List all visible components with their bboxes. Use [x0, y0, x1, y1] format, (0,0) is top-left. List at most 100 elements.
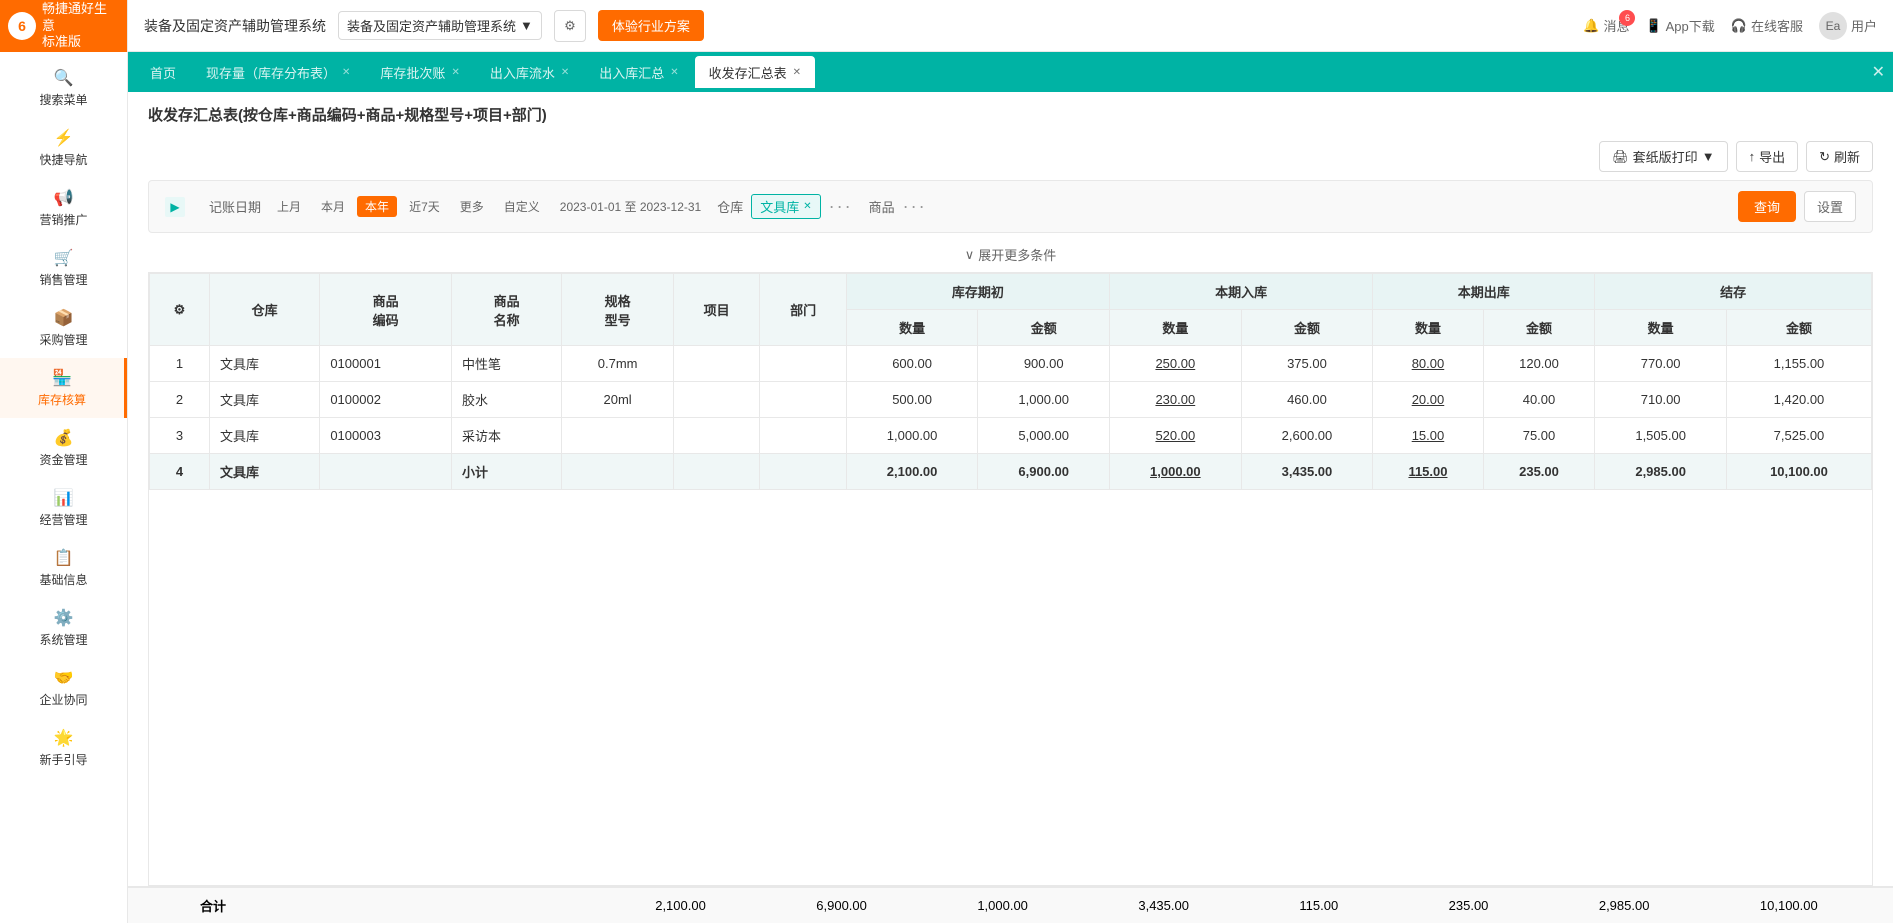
- tab-recv-send-summary-close[interactable]: ✕: [793, 67, 801, 78]
- system-dropdown[interactable]: 装备及固定资产辅助管理系统 ▼: [338, 11, 542, 40]
- topbar: 装备及固定资产辅助管理系统 装备及固定资产辅助管理系统 ▼ ⚙ 体验行业方案 🔔…: [128, 0, 1893, 52]
- sidebar-item-finance[interactable]: 💰 资金管理: [0, 418, 127, 478]
- footer-open-qty: 2,100.00: [655, 898, 706, 913]
- print-button[interactable]: 🖨 套纸版打印 ▼: [1599, 141, 1727, 172]
- row-warehouse: 文具库: [210, 346, 320, 382]
- refresh-button[interactable]: ↻ 刷新: [1806, 141, 1873, 172]
- tab-inout-summary-close[interactable]: ✕: [670, 67, 678, 78]
- user-label: 用户: [1851, 16, 1877, 35]
- clipboard-icon: 📋: [54, 548, 74, 568]
- row-out-qty[interactable]: 115.00: [1373, 454, 1483, 490]
- sidebar-item-basic[interactable]: 📋 基础信息: [0, 538, 127, 598]
- filter-collapse-button[interactable]: ▶: [165, 197, 185, 217]
- row-goods-name: 小计: [451, 454, 561, 490]
- warehouse-tag-remove[interactable]: ✕: [803, 201, 811, 212]
- row-project: [673, 418, 759, 454]
- search-icon: 🔍: [54, 68, 74, 88]
- sidebar-item-system[interactable]: ⚙️ 系统管理: [0, 598, 127, 658]
- sidebar-item-quicknav[interactable]: ⚡ 快捷导航: [0, 118, 127, 178]
- row-in-qty[interactable]: 250.00: [1110, 346, 1242, 382]
- user-button[interactable]: Ea 用户: [1819, 12, 1877, 40]
- query-button[interactable]: 查询: [1738, 191, 1796, 222]
- system-title: 装备及固定资产辅助管理系统: [144, 16, 326, 36]
- export-button[interactable]: ↑ 导出: [1736, 141, 1799, 172]
- row-no: 3: [150, 418, 210, 454]
- col-dept-header: 部门: [760, 274, 846, 346]
- sidebar-item-inventory[interactable]: 🏪 库存核算: [0, 358, 127, 418]
- online-service-label: 在线客服: [1751, 16, 1803, 35]
- date-range-display: 2023-01-01 至 2023-12-31: [560, 198, 701, 215]
- tab-bar: 首页 现存量（库存分布表） ✕ 库存批次账 ✕ 出入库流水 ✕ 出入库汇总 ✕ …: [128, 52, 1893, 92]
- chart-icon: 📊: [54, 488, 74, 508]
- tab-batch-ledger-close[interactable]: ✕: [451, 67, 459, 78]
- sidebar-label-purchase: 采购管理: [39, 331, 87, 348]
- online-service-button[interactable]: 🎧 在线客服: [1731, 16, 1803, 35]
- col-goods-spec-header: 规格型号: [562, 274, 674, 346]
- tab-inout-flow-label: 出入库流水: [490, 63, 555, 82]
- date-buttons: 上月 本月 本年 近7天 更多 自定义: [269, 196, 548, 217]
- print-dropdown-icon: ▼: [1702, 149, 1715, 164]
- row-bal-amt: 7,525.00: [1726, 418, 1871, 454]
- expand-conditions-button[interactable]: ∨ 展开更多条件: [965, 245, 1057, 264]
- row-dept: [760, 346, 846, 382]
- megaphone-icon: 📢: [54, 188, 74, 208]
- goods-more-button[interactable]: ···: [903, 196, 927, 217]
- filter-settings-button[interactable]: 设置: [1804, 191, 1856, 222]
- col-goods-code-header: 商品编码: [320, 274, 452, 346]
- col-opening-group-header: 库存期初: [846, 274, 1109, 310]
- row-bal-qty: 2,985.00: [1595, 454, 1727, 490]
- close-all-tabs-button[interactable]: ✕: [1872, 62, 1885, 82]
- date-btn-this-month[interactable]: 本月: [313, 196, 353, 217]
- row-in-qty[interactable]: 230.00: [1110, 382, 1242, 418]
- app-download-button[interactable]: 📱 App下载: [1645, 16, 1714, 35]
- tab-stock-dist[interactable]: 现存量（库存分布表） ✕: [192, 56, 364, 88]
- date-btn-last-month[interactable]: 上月: [269, 196, 309, 217]
- export-label: 导出: [1759, 147, 1785, 166]
- row-goods-name: 中性笔: [451, 346, 561, 382]
- col-open-qty-header: 数量: [846, 310, 978, 346]
- row-in-qty[interactable]: 520.00: [1110, 418, 1242, 454]
- tab-recv-send-summary-label: 收发存汇总表: [709, 63, 787, 82]
- warehouse-more-button[interactable]: ···: [829, 196, 853, 217]
- sidebar-item-guide[interactable]: 🌟 新手引导: [0, 718, 127, 778]
- row-project: [673, 346, 759, 382]
- experience-button[interactable]: 体验行业方案: [598, 10, 704, 41]
- tab-stock-dist-close[interactable]: ✕: [342, 67, 350, 78]
- sidebar-item-business[interactable]: 📊 经营管理: [0, 478, 127, 538]
- col-bal-qty-header: 数量: [1595, 310, 1727, 346]
- tab-inout-flow-close[interactable]: ✕: [561, 67, 569, 78]
- tab-batch-ledger[interactable]: 库存批次账 ✕: [366, 56, 473, 88]
- sidebar-label-marketing: 营销推广: [39, 211, 87, 228]
- tab-inout-flow[interactable]: 出入库流水 ✕: [476, 56, 583, 88]
- row-bal-qty: 770.00: [1595, 346, 1727, 382]
- sidebar-item-search[interactable]: 🔍 搜索菜单: [0, 58, 127, 118]
- messages-button[interactable]: 🔔 消息 6: [1583, 16, 1629, 35]
- col-out-qty-header: 数量: [1373, 310, 1483, 346]
- sidebar-item-sales[interactable]: 🛒 销售管理: [0, 238, 127, 298]
- sidebar-item-purchase[interactable]: 📦 采购管理: [0, 298, 127, 358]
- col-settings-header[interactable]: ⚙: [150, 274, 210, 346]
- date-btn-this-year[interactable]: 本年: [357, 196, 397, 217]
- sidebar-item-collab[interactable]: 🤝 企业协同: [0, 658, 127, 718]
- tab-home[interactable]: 首页: [136, 56, 190, 88]
- row-out-qty[interactable]: 20.00: [1373, 382, 1483, 418]
- settings-gear-button[interactable]: ⚙: [554, 10, 586, 42]
- row-open-qty: 600.00: [846, 346, 978, 382]
- footer-in-qty: 1,000.00: [977, 898, 1028, 913]
- package-icon: 📦: [54, 308, 74, 328]
- row-in-qty[interactable]: 1,000.00: [1110, 454, 1242, 490]
- date-btn-custom[interactable]: 自定义: [496, 196, 548, 217]
- gear-icon: ⚙️: [54, 608, 74, 628]
- row-out-qty[interactable]: 15.00: [1373, 418, 1483, 454]
- date-filter-label: 记账日期: [209, 197, 261, 216]
- date-btn-7days[interactable]: 近7天: [401, 196, 448, 217]
- col-project-header: 项目: [673, 274, 759, 346]
- tab-recv-send-summary[interactable]: 收发存汇总表 ✕: [695, 56, 815, 88]
- sidebar-item-marketing[interactable]: 📢 营销推广: [0, 178, 127, 238]
- col-open-amt-header: 金额: [978, 310, 1110, 346]
- money-icon: 💰: [54, 428, 74, 448]
- tab-inout-summary[interactable]: 出入库汇总 ✕: [585, 56, 692, 88]
- row-out-qty[interactable]: 80.00: [1373, 346, 1483, 382]
- date-btn-more[interactable]: 更多: [452, 196, 492, 217]
- warehouse-filter-label: 仓库: [717, 197, 743, 216]
